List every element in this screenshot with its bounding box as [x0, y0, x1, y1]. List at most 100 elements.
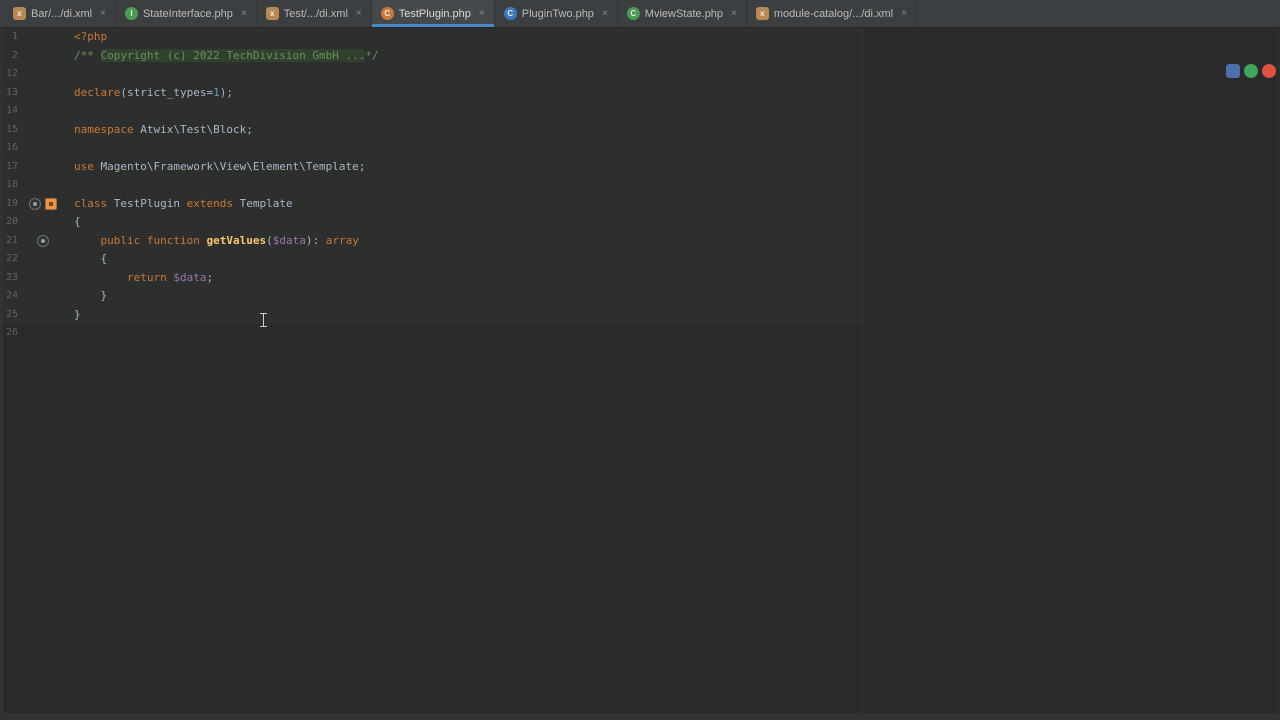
- gutter: [18, 306, 68, 325]
- tab-close-icon[interactable]: ×: [731, 8, 737, 19]
- code-line-15[interactable]: 15 namespace Atwix\Test\Block;: [0, 121, 1280, 140]
- gutter: [18, 47, 68, 66]
- line-number: 20: [0, 213, 18, 232]
- notification-icon-green[interactable]: [1244, 64, 1258, 78]
- token: public: [101, 234, 141, 247]
- token: {: [74, 252, 107, 265]
- gutter: [18, 269, 68, 288]
- code-line-2[interactable]: 2 /** Copyright (c) 2022 TechDivision Gmb…: [0, 47, 1280, 66]
- xml-file-icon: x: [266, 7, 279, 20]
- code-line-21[interactable]: 21 public function getValues($data): arr…: [0, 232, 1280, 251]
- code-line-14[interactable]: 14: [0, 102, 1280, 121]
- code-text: [68, 65, 74, 84]
- line-number: 22: [0, 250, 18, 269]
- line-number: 17: [0, 158, 18, 177]
- gutter: [18, 250, 68, 269]
- code-line-13[interactable]: 13declare(strict_types=1);: [0, 84, 1280, 103]
- tab-test-di-xml[interactable]: xTest/.../di.xml×: [257, 0, 372, 27]
- line-number: 24: [0, 287, 18, 306]
- token: TestPlugin: [107, 197, 186, 210]
- token: namespace: [74, 123, 134, 136]
- notification-icon-red[interactable]: [1262, 64, 1276, 78]
- line-number: 16: [0, 139, 18, 158]
- gutter: [18, 28, 68, 47]
- token: [140, 234, 147, 247]
- code-line-1[interactable]: 1 <?php: [0, 28, 1280, 47]
- tab-label: StateInterface.php: [143, 8, 233, 20]
- notification-icon-blue[interactable]: [1226, 64, 1240, 78]
- token: <?php: [74, 30, 107, 43]
- code-line-25[interactable]: 25}: [0, 306, 1280, 325]
- gutter-icon-magento-plugin[interactable]: [45, 198, 57, 210]
- gutter: [18, 102, 68, 121]
- line-number: 26: [0, 324, 18, 343]
- line-number: 15: [0, 121, 18, 140]
- token: [74, 271, 127, 284]
- code-line-23[interactable]: 23 return $data;: [0, 269, 1280, 288]
- token: (strict_types=: [120, 86, 213, 99]
- tab-close-icon[interactable]: ×: [901, 8, 907, 19]
- editor-area[interactable]: 1 <?php 2 /** Copyright (c) 2022 TechDivisi…: [0, 28, 1280, 713]
- code-text: [68, 176, 74, 195]
- token: (: [266, 234, 273, 247]
- gutter-icon-plugin-method[interactable]: [37, 235, 49, 247]
- code-line-22[interactable]: 22 {: [0, 250, 1280, 269]
- code-line-12[interactable]: 12: [0, 65, 1280, 84]
- php-class-icon: C: [627, 7, 640, 20]
- token: ;: [206, 271, 213, 284]
- code-line-20[interactable]: 20{: [0, 213, 1280, 232]
- line-number: 18: [0, 176, 18, 195]
- token: use: [74, 160, 94, 173]
- code-line-18[interactable]: 18: [0, 176, 1280, 195]
- tab-mviewstate-php[interactable]: CMviewState.php×: [618, 0, 747, 27]
- code-text: }: [68, 306, 81, 325]
- tab-close-icon[interactable]: ×: [356, 8, 362, 19]
- gutter: [18, 139, 68, 158]
- tab-close-icon[interactable]: ×: [479, 8, 485, 19]
- token: Magento\Framework\View\Element\Template;: [94, 160, 366, 173]
- status-bar-edge: [0, 713, 1280, 720]
- token: }: [74, 289, 107, 302]
- gutter: [18, 232, 68, 251]
- code-line-16[interactable]: 16: [0, 139, 1280, 158]
- gutter: [18, 213, 68, 232]
- tab-plugintwo-php[interactable]: CPluginTwo.php×: [495, 0, 618, 27]
- gutter: [18, 195, 68, 214]
- line-number: 1: [0, 28, 18, 47]
- code-text: namespace Atwix\Test\Block;: [68, 121, 253, 140]
- code-lines: 1 <?php 2 /** Copyright (c) 2022 TechDivisi…: [0, 28, 1280, 343]
- code-line-26[interactable]: 26: [0, 324, 1280, 343]
- line-number: 2: [0, 47, 18, 66]
- gutter: [18, 84, 68, 103]
- gutter-icon-override-method[interactable]: [29, 198, 41, 210]
- token: );: [220, 86, 233, 99]
- gutter: [18, 158, 68, 177]
- tab-label: PluginTwo.php: [522, 8, 594, 20]
- token: getValues: [206, 234, 266, 247]
- tab-testplugin-php[interactable]: C TestPlugin.php ×: [372, 0, 495, 27]
- code-text: public function getValues($data): array: [68, 232, 359, 251]
- code-text: /** Copyright (c) 2022 TechDivision GmbH…: [68, 47, 379, 66]
- tab-label: TestPlugin.php: [399, 8, 471, 20]
- token: class: [74, 197, 107, 210]
- token: }: [74, 308, 81, 321]
- tab-close-icon[interactable]: ×: [100, 8, 106, 19]
- line-number: 13: [0, 84, 18, 103]
- tab-close-icon[interactable]: ×: [241, 8, 247, 19]
- gutter: [18, 65, 68, 84]
- code-line-17[interactable]: 17 use Magento\Framework\View\Element\Tem…: [0, 158, 1280, 177]
- code-line-24[interactable]: 24 }: [0, 287, 1280, 306]
- editor-tab-bar: xBar/.../di.xml×IStateInterface.php×xTes…: [0, 0, 1280, 28]
- token: array: [326, 234, 359, 247]
- gutter: [18, 324, 68, 343]
- token: $data: [173, 271, 206, 284]
- tab-close-icon[interactable]: ×: [602, 8, 608, 19]
- token: Atwix\Test\Block;: [134, 123, 253, 136]
- tab-bar-di-xml[interactable]: xBar/.../di.xml×: [4, 0, 116, 27]
- token: Copyright (c) 2022 TechDivision GmbH ...: [101, 49, 366, 62]
- php-class-icon: C: [381, 7, 394, 20]
- tab-stateinterface-php[interactable]: IStateInterface.php×: [116, 0, 257, 27]
- code-line-19[interactable]: 19class TestPlugin extends Template: [0, 195, 1280, 214]
- tab-module-catalog-di-xml[interactable]: xmodule-catalog/.../di.xml×: [747, 0, 917, 27]
- code-text: [68, 102, 74, 121]
